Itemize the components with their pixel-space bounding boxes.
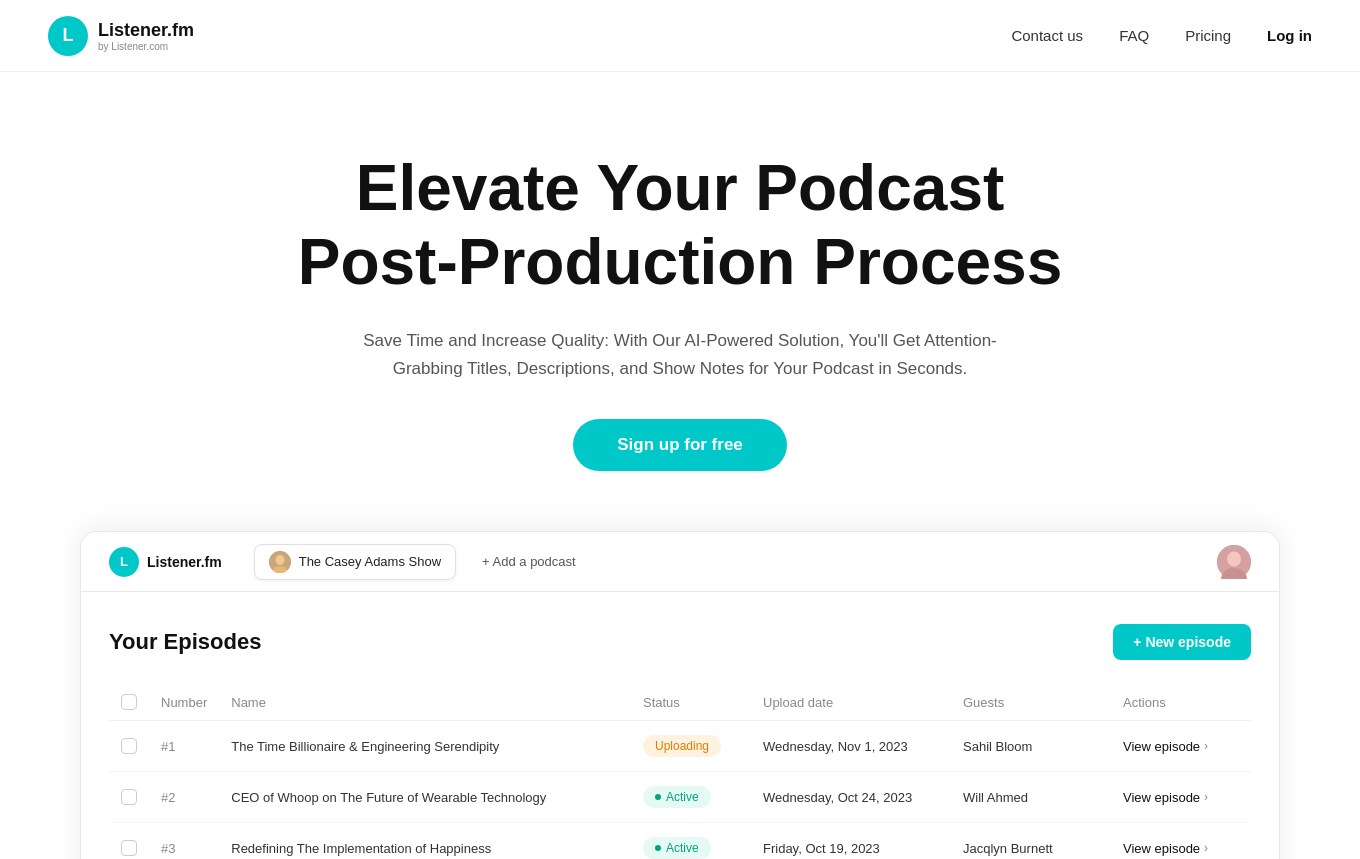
logo-icon: L [48,16,88,56]
row-actions: View episode › [1111,823,1251,859]
th-guests: Guests [951,684,1111,721]
th-date: Upload date [751,684,951,721]
app-nav-center: The Casey Adams Show + Add a podcast [254,544,1185,580]
user-avatar [1217,545,1251,579]
logo-name: Listener.fm [98,20,194,41]
view-episode-link[interactable]: View episode › [1123,790,1239,805]
hero-subtitle: Save Time and Increase Quality: With Our… [340,327,1020,383]
row-status: Uploading [631,721,751,772]
row-guests: Jacqlyn Burnett [951,823,1111,859]
view-episode-link[interactable]: View episode › [1123,739,1239,754]
row-number: #3 [149,823,219,859]
th-number: Number [149,684,219,721]
row-checkbox-cell [109,772,149,823]
episodes-header: Your Episodes + New episode [109,624,1251,660]
casey-avatar-img [269,551,291,573]
table-row: #1 The Time Billionaire & Engineering Se… [109,721,1251,772]
row-date: Wednesday, Oct 24, 2023 [751,772,951,823]
status-badge: Active [643,837,711,859]
row-status: Active [631,823,751,859]
th-checkbox [109,684,149,721]
podcast-avatar [269,551,291,573]
view-episode-link[interactable]: View episode › [1123,841,1239,856]
user-avatar-img [1217,545,1251,579]
svg-point-4 [1227,551,1241,566]
row-date: Friday, Oct 19, 2023 [751,823,951,859]
app-navbar: L Listener.fm The Casey Adams Show + Add… [81,532,1279,592]
row-actions: View episode › [1111,721,1251,772]
row-actions: View episode › [1111,772,1251,823]
app-preview: L Listener.fm The Casey Adams Show + Add… [80,531,1280,859]
nav-login[interactable]: Log in [1267,27,1312,44]
nav-contact[interactable]: Contact us [1011,27,1083,44]
nav-faq[interactable]: FAQ [1119,27,1149,44]
row-checkbox[interactable] [121,738,137,754]
hero-title: Elevate Your Podcast Post-Production Pro… [48,152,1312,299]
select-all-checkbox[interactable] [121,694,137,710]
row-number: #1 [149,721,219,772]
app-logo-area: L Listener.fm [109,547,222,577]
svg-point-1 [275,555,284,565]
nav-links: Contact us FAQ Pricing Log in [1011,27,1312,44]
app-nav-right [1217,545,1251,579]
nav-pricing[interactable]: Pricing [1185,27,1231,44]
status-badge: Uploading [643,735,721,757]
row-checkbox[interactable] [121,840,137,856]
row-date: Wednesday, Nov 1, 2023 [751,721,951,772]
app-logo-name: Listener.fm [147,554,222,570]
row-name: The Time Billionaire & Engineering Seren… [219,721,631,772]
logo-area: L Listener.fm by Listener.com [48,16,194,56]
episodes-section: Your Episodes + New episode Number Name … [81,592,1279,859]
row-guests: Sahil Bloom [951,721,1111,772]
podcast-tab-name: The Casey Adams Show [299,554,441,569]
chevron-right-icon: › [1204,841,1208,855]
row-status: Active [631,772,751,823]
row-guests: Will Ahmed [951,772,1111,823]
episodes-title: Your Episodes [109,629,261,655]
app-logo-icon: L [109,547,139,577]
row-checkbox-cell [109,823,149,859]
row-name: Redefining The Implementation of Happine… [219,823,631,859]
th-actions: Actions [1111,684,1251,721]
table-header-row: Number Name Status Upload date Guests Ac… [109,684,1251,721]
row-checkbox-cell [109,721,149,772]
row-checkbox[interactable] [121,789,137,805]
table-row: #3 Redefining The Implementation of Happ… [109,823,1251,859]
add-podcast-button[interactable]: + Add a podcast [472,548,586,575]
th-name: Name [219,684,631,721]
row-number: #2 [149,772,219,823]
table-row: #2 CEO of Whoop on The Future of Wearabl… [109,772,1251,823]
status-badge: Active [643,786,711,808]
new-episode-button[interactable]: + New episode [1113,624,1251,660]
chevron-right-icon: › [1204,739,1208,753]
podcast-tab[interactable]: The Casey Adams Show [254,544,456,580]
row-name: CEO of Whoop on The Future of Wearable T… [219,772,631,823]
signup-button[interactable]: Sign up for free [573,419,787,471]
hero-section: Elevate Your Podcast Post-Production Pro… [0,72,1360,531]
episodes-table: Number Name Status Upload date Guests Ac… [109,684,1251,859]
navbar: L Listener.fm by Listener.com Contact us… [0,0,1360,72]
logo-sub: by Listener.com [98,41,194,52]
th-status: Status [631,684,751,721]
chevron-right-icon: › [1204,790,1208,804]
